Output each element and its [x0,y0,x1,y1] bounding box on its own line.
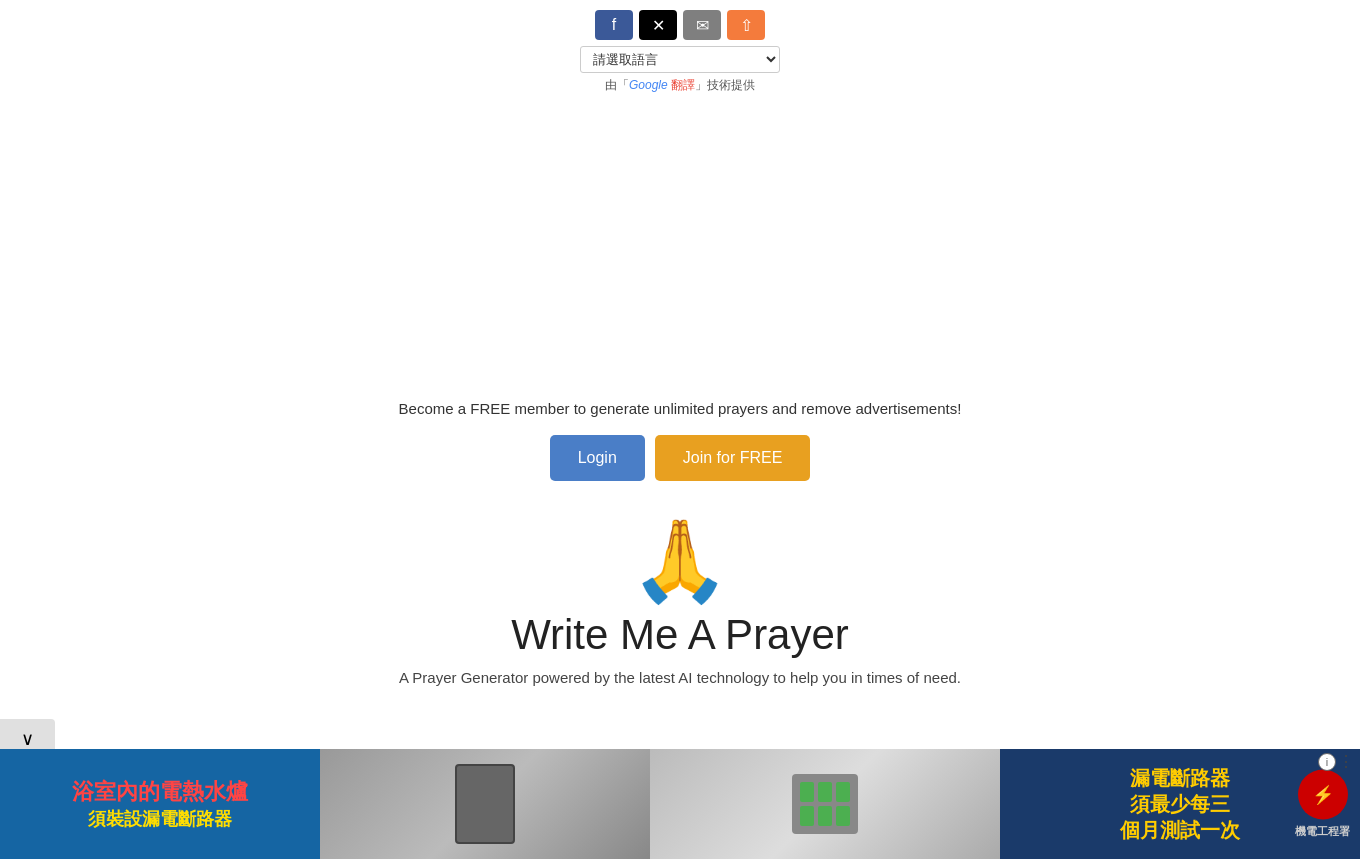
google-brand: Google [629,78,668,92]
ad-logo-area: ⚡ 機電工程署 [1295,770,1350,839]
ad-logo-text: 機電工程署 [1295,824,1350,839]
prayer-emoji: 🙏 [0,521,1360,601]
top-ad-area [0,100,1360,380]
ad-segment-1[interactable]: 浴室內的電熱水爐 須裝設漏電斷路器 [0,749,320,859]
ad-more-icon[interactable]: ⋮ [1338,753,1354,771]
credit-suffix: 」技術提供 [695,78,755,92]
ad-text-1: 浴室內的電熱水爐 [72,777,248,807]
bottom-ad-banner: 浴室內的電熱水爐 須裝設漏電斷路器 [0,749,1360,859]
join-free-button[interactable]: Join for FREE [655,435,811,481]
twitter-icon: ✕ [652,16,665,35]
member-prompt-text: Become a FREE member to generate unlimit… [0,400,1360,417]
ad-info-icon[interactable]: i [1318,753,1336,771]
credit-prefix: 由「 [605,78,629,92]
emsd-icon: ⚡ [1312,784,1334,806]
facebook-icon: f [612,16,616,34]
ad-text-2: 須裝設漏電斷路器 [88,807,232,831]
auth-buttons: Login Join for FREE [0,435,1360,481]
share-icon: ⇧ [740,16,753,35]
email-icon: ✉ [696,16,709,35]
translate-bar: 請選取語言 由「Google 翻譯」技術提供 [0,46,1360,94]
social-share-bar: f ✕ ✉ ⇧ [0,0,1360,46]
praying-hands-icon: 🙏 [630,516,730,605]
ad-text-3: 漏電斷路器 須最少每三 個月測試一次 [1120,765,1240,843]
twitter-share-button[interactable]: ✕ [639,10,677,40]
facebook-share-button[interactable]: f [595,10,633,40]
google-translate-credit: 由「Google 翻譯」技術提供 [605,77,755,94]
ad-segment-2[interactable] [320,749,650,859]
emsd-logo: ⚡ [1298,770,1348,820]
email-share-button[interactable]: ✉ [683,10,721,40]
page-title: Write Me A Prayer [0,611,1360,659]
ad-content: 浴室內的電熱水爐 須裝設漏電斷路器 [0,749,1360,859]
ad-segment-3[interactable] [650,749,1000,859]
member-prompt-section: Become a FREE member to generate unlimit… [0,380,1360,497]
page-subtitle: A Prayer Generator powered by the latest… [0,669,1360,686]
translate-word: 翻譯 [671,78,695,92]
generic-share-button[interactable]: ⇧ [727,10,765,40]
ad-controls: i ⋮ [1318,753,1354,771]
login-button[interactable]: Login [550,435,645,481]
language-select[interactable]: 請選取語言 [580,46,780,73]
chevron-down-icon: ∨ [21,728,34,750]
